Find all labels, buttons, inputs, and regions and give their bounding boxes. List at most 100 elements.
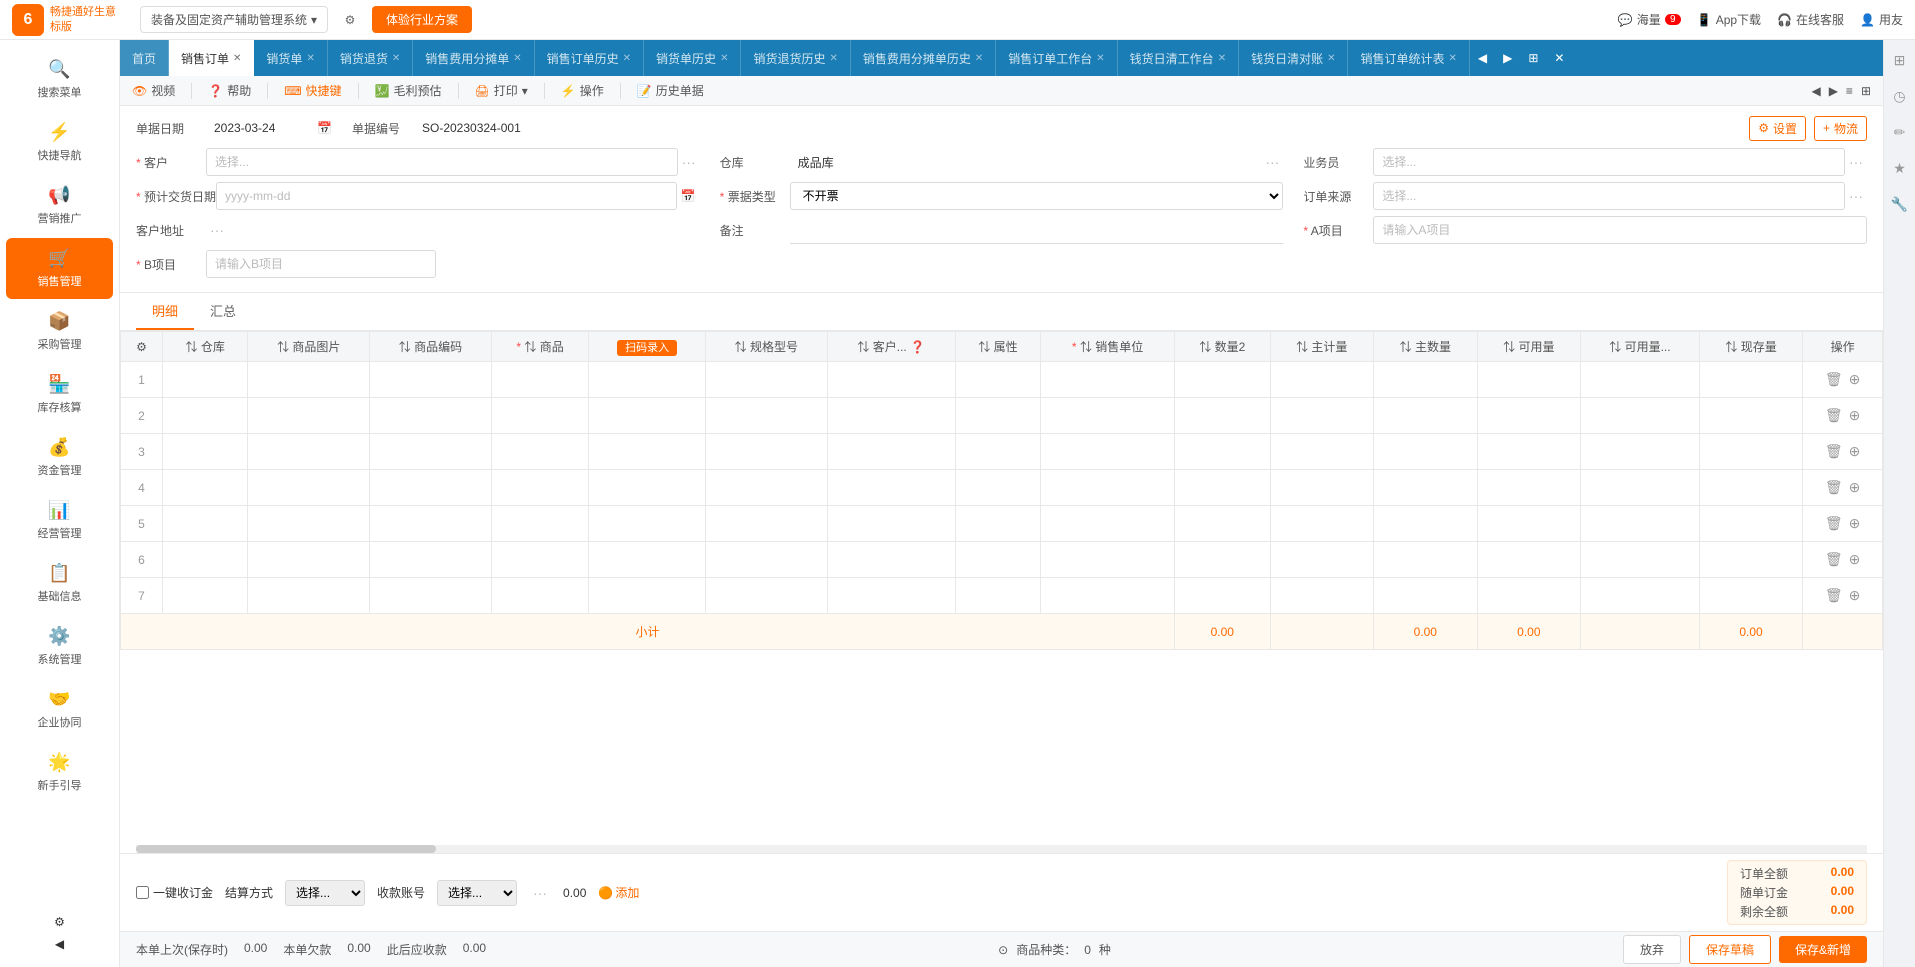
copy-row-icon[interactable]: ⊕ (1849, 371, 1861, 388)
cell-attr[interactable] (955, 362, 1040, 398)
payment-method-select[interactable]: 选择... (285, 880, 365, 906)
tab-sales-return-history[interactable]: 销货单历史 ✕ (644, 40, 741, 76)
th-available-qty2[interactable]: ⇅ 可用量... (1581, 332, 1700, 362)
tab-next-icon[interactable]: ▶ (1495, 51, 1520, 65)
order-source-more-icon[interactable]: ··· (1845, 188, 1867, 204)
toolbar-profit[interactable]: 💹 毛利预估 (375, 82, 442, 99)
tab-close-icon[interactable]: ✕ (306, 53, 314, 64)
right-panel-icon-5[interactable]: 🔧 (1888, 192, 1912, 216)
tab-detail[interactable]: 明细 (136, 293, 194, 330)
sidebar-item-finance[interactable]: 💰 资金管理 (6, 427, 113, 488)
sidebar-item-enterprise[interactable]: 🤝 企业协同 (6, 679, 113, 740)
delete-row-icon[interactable]: 🗑 (1825, 371, 1843, 388)
right-panel-icon-3[interactable]: ✏ (1888, 120, 1912, 144)
th-product-name[interactable]: ⇅ 商品 (491, 332, 589, 362)
cell-sales-unit[interactable] (1041, 362, 1175, 398)
tab-sales-退货[interactable]: 销货退货 ✕ (328, 40, 413, 76)
tab-close-icon[interactable]: ✕ (1449, 53, 1457, 64)
salesperson-more-icon[interactable]: ··· (1845, 154, 1867, 170)
auto-checkout-checkbox[interactable]: 一键收订金 (136, 884, 213, 901)
cell-stock-qty[interactable] (1699, 362, 1803, 398)
tab-close-all-icon[interactable]: ✕ (1546, 51, 1572, 65)
right-panel-icon-2[interactable]: ◷ (1888, 84, 1912, 108)
solution-button[interactable]: 体验行业方案 (372, 6, 472, 33)
calendar-icon[interactable]: 📅 (677, 189, 700, 203)
sidebar-collapse-icon[interactable]: ◀ (55, 937, 64, 951)
delete-row-icon[interactable]: 🗑 (1825, 443, 1843, 460)
toolbar-shortcuts[interactable]: ⌨ 快捷键 (284, 82, 341, 99)
customer-more-icon[interactable]: ··· (678, 154, 700, 170)
copy-row-icon[interactable]: ⊕ (1849, 551, 1861, 568)
tab-close-icon[interactable]: ✕ (513, 53, 521, 64)
th-spec[interactable]: ⇅ 规格型号 (705, 332, 827, 362)
tab-summary[interactable]: 汇总 (194, 293, 252, 330)
cell-main-qty[interactable] (1374, 362, 1478, 398)
tab-close-icon[interactable]: ✕ (1218, 53, 1226, 64)
tab-cash-daily-workbench[interactable]: 钱货日清工作台 ✕ (1118, 40, 1239, 76)
sidebar-item-system[interactable]: ⚙️ 系统管理 (6, 616, 113, 677)
cell-available-qty2[interactable] (1581, 362, 1700, 398)
tab-prev-icon[interactable]: ◀ (1470, 51, 1495, 65)
th-stock-qty[interactable]: ⇅ 现存量 (1699, 332, 1803, 362)
copy-row-icon[interactable]: ⊕ (1849, 443, 1861, 460)
cell-qty2[interactable] (1175, 362, 1270, 398)
tab-home[interactable]: 首页 (120, 40, 169, 76)
tab-sales-stats[interactable]: 销售订单统计表 ✕ (1348, 40, 1469, 76)
toolbar-layout-grid[interactable]: ▶ (1829, 84, 1838, 98)
address-more-icon[interactable]: ··· (206, 222, 228, 238)
sidebar-item-purchase[interactable]: 📦 采购管理 (6, 301, 113, 362)
tab-close-icon[interactable]: ✕ (720, 53, 728, 64)
th-customer-code[interactable]: ⇅ 客户... ❓ (827, 332, 955, 362)
tab-close-icon[interactable]: ✕ (975, 53, 983, 64)
tab-sales-order[interactable]: 销售订单 ✕ (169, 40, 254, 76)
th-settings[interactable]: ⚙ (121, 332, 163, 362)
tab-close-icon[interactable]: ✕ (623, 53, 631, 64)
copy-row-icon[interactable]: ⊕ (1849, 479, 1861, 496)
toolbar-print[interactable]: 🖨 打印 ▾ (475, 82, 528, 99)
salesperson-input[interactable] (1373, 148, 1845, 176)
notification-item[interactable]: 💬 海量 9 (1618, 11, 1681, 28)
th-main-unit[interactable]: ⇅ 主计量 (1270, 332, 1374, 362)
sidebar-item-inventory[interactable]: 🏪 库存核算 (6, 364, 113, 425)
calendar-icon[interactable]: 📅 (313, 121, 336, 135)
copy-row-icon[interactable]: ⊕ (1849, 515, 1861, 532)
add-product-button[interactable]: + 物流 (1814, 116, 1867, 141)
sidebar-item-marketing[interactable]: 📢 营销推广 (6, 175, 113, 236)
customer-input[interactable] (206, 148, 678, 176)
cell-scan[interactable] (589, 362, 706, 398)
th-available-qty[interactable]: ⇅ 可用量 (1477, 332, 1581, 362)
tab-close-icon[interactable]: ✕ (829, 53, 837, 64)
tab-close-icon[interactable]: ✕ (233, 53, 241, 64)
system-selector[interactable]: 装备及固定资产辅助管理系统 ▾ (140, 6, 328, 33)
toolbar-fullscreen[interactable]: ⊞ (1861, 84, 1871, 98)
a-project-input[interactable] (1373, 216, 1867, 244)
delete-row-icon[interactable]: 🗑 (1825, 407, 1843, 424)
tab-sales-order-history[interactable]: 销售订单历史 ✕ (535, 40, 644, 76)
scroll-thumb[interactable] (136, 845, 436, 853)
remark-input[interactable] (790, 216, 1284, 244)
auto-checkout-check[interactable] (136, 886, 149, 899)
save-new-button[interactable]: 保存&新增 (1779, 936, 1867, 963)
tab-close-icon[interactable]: ✕ (392, 53, 400, 64)
sidebar-item-search[interactable]: 🔍 搜索菜单 (6, 49, 113, 110)
receipt-more-icon[interactable]: ··· (529, 885, 551, 901)
online-service-item[interactable]: 🎧 在线客服 (1777, 11, 1844, 28)
warehouse-more-icon[interactable]: ··· (1261, 154, 1283, 170)
order-source-input[interactable] (1373, 182, 1845, 210)
tab-sales-fee-history[interactable]: 销售费用分摊单历史 ✕ (851, 40, 996, 76)
discard-button[interactable]: 放弃 (1623, 935, 1681, 964)
tab-sales-fee-split[interactable]: 销售费用分摊单 ✕ (413, 40, 534, 76)
tab-expand-icon[interactable]: ⊞ (1520, 51, 1546, 65)
tab-sales-退货-history[interactable]: 销货退货历史 ✕ (741, 40, 850, 76)
tab-sales-order-workbench[interactable]: 销售订单工作台 ✕ (996, 40, 1117, 76)
th-product-code[interactable]: ⇅ 商品编码 (370, 332, 492, 362)
cell-warehouse[interactable] (163, 362, 248, 398)
delete-row-icon[interactable]: 🗑 (1825, 515, 1843, 532)
delivery-date-input[interactable] (216, 182, 677, 210)
right-panel-icon-4[interactable]: ★ (1888, 156, 1912, 180)
cell-product-img[interactable] (248, 362, 370, 398)
settings-button[interactable]: ⚙ 视频 设置 (1749, 116, 1806, 141)
sidebar-settings-icon[interactable]: ⚙ (54, 915, 65, 929)
app-download-item[interactable]: 📱 App下载 (1697, 11, 1761, 28)
settings-icon[interactable]: ⚙ (336, 6, 364, 34)
